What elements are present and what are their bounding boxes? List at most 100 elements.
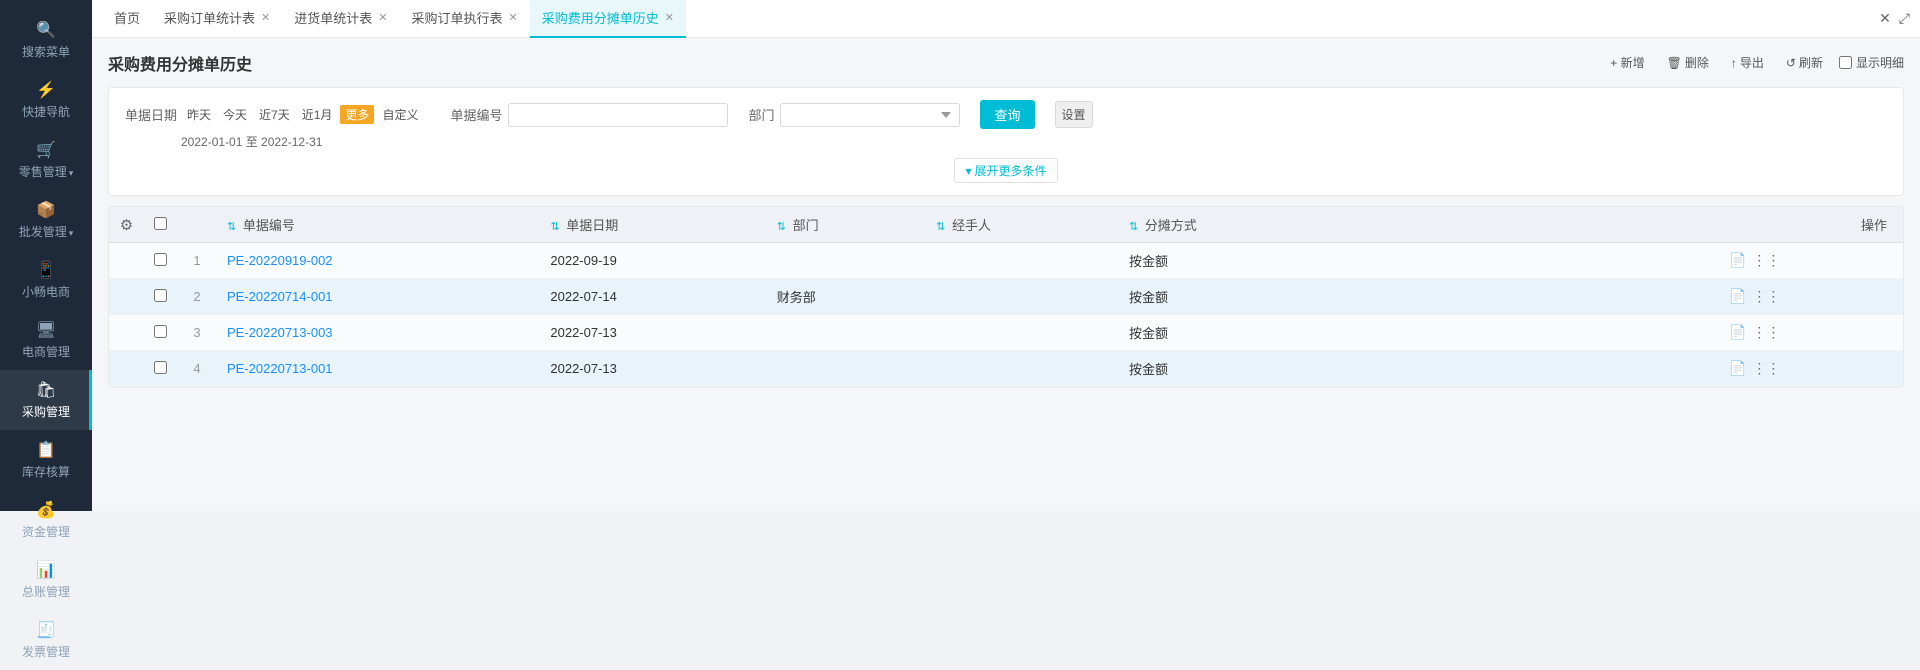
- chevron-down-icon: ▾: [965, 164, 971, 178]
- table-body: 1 PE-20220919-002 2022-09-19 按金额 📄 ⋮⋮ 2 …: [109, 243, 1903, 387]
- sidebar-item-purchase[interactable]: 🛍 采购管理: [0, 370, 92, 430]
- row-checkbox-2[interactable]: [154, 325, 167, 338]
- sidebar-item-finance[interactable]: 💰 资金管理: [0, 490, 92, 550]
- page-title: 采购费用分摊单历史: [108, 51, 252, 75]
- tab-home[interactable]: 首页: [102, 0, 152, 38]
- more-icon-2[interactable]: ⋮⋮: [1752, 324, 1780, 341]
- sidebar-item-retail[interactable]: 🛒 零售管理▾: [0, 130, 92, 190]
- shortcut-custom[interactable]: 自定义: [378, 105, 422, 124]
- docno-link-2[interactable]: PE-20220713-003: [227, 325, 333, 340]
- more-icon-1[interactable]: ⋮⋮: [1752, 288, 1780, 305]
- sidebar-item-ecom[interactable]: 🖥 电商管理: [0, 310, 92, 370]
- date-range-display: 2022-01-01 至 2022-12-31: [181, 133, 1887, 150]
- more-icon-3[interactable]: ⋮⋮: [1752, 360, 1780, 377]
- table-row: 1 PE-20220919-002 2022-09-19 按金额 📄 ⋮⋮: [109, 243, 1903, 279]
- row-checkbox-3[interactable]: [154, 361, 167, 374]
- sidebar-icon-search: 🔍: [36, 22, 56, 39]
- row-actions-2: 📄 ⋮⋮: [1729, 324, 1893, 341]
- shortcut-today[interactable]: 今天: [219, 105, 251, 124]
- sidebar-item-inventory[interactable]: 📋 库存核算: [0, 430, 92, 490]
- expand-more-button[interactable]: ▾ 展开更多条件: [954, 158, 1057, 183]
- th-checkbox: [144, 207, 177, 243]
- tab-label-purchase-order-stats: 采购订单统计表: [164, 8, 255, 27]
- td-actions-1: 📄 ⋮⋮: [1719, 279, 1903, 315]
- tab-bar-actions: ✕ ⤢: [1879, 10, 1910, 27]
- shortcut-more[interactable]: 更多: [340, 105, 374, 124]
- td-num-1: 2: [177, 279, 217, 315]
- sidebar-icon-quicknav: ⚡: [36, 82, 56, 99]
- sidebar-item-account[interactable]: 📊 总账管理: [0, 550, 92, 610]
- row-checkbox-0[interactable]: [154, 253, 167, 266]
- td-method-3: 按金额: [1119, 351, 1719, 387]
- td-num-2: 3: [177, 315, 217, 351]
- date-label: 单据日期: [125, 105, 177, 124]
- add-button[interactable]: + 新增: [1604, 50, 1650, 75]
- sidebar-icon-invoice: 🧾: [36, 622, 56, 639]
- refresh-icon: ↺: [1786, 56, 1796, 70]
- more-icon-0[interactable]: ⋮⋮: [1752, 252, 1780, 269]
- show-columns-checkbox[interactable]: 显示明细: [1839, 54, 1904, 71]
- docno-link-0[interactable]: PE-20220919-002: [227, 253, 333, 268]
- data-table: ⚙ ⇅ 单据编号 ⇅ 单据日期: [109, 207, 1903, 387]
- td-actions-2: 📄 ⋮⋮: [1719, 315, 1903, 351]
- view-icon-2[interactable]: 📄: [1729, 324, 1746, 341]
- sidebar-item-quicknav[interactable]: ⚡ 快捷导航: [0, 70, 92, 130]
- column-settings-icon[interactable]: ⚙: [120, 217, 133, 234]
- tab-close-purchase-order-stats[interactable]: ✕: [261, 11, 270, 24]
- docnum-input[interactable]: [508, 103, 728, 127]
- td-handler-0: [926, 243, 1119, 279]
- export-icon: ↑: [1731, 56, 1737, 70]
- td-checkbox-3: [144, 351, 177, 387]
- sidebar-item-invoice[interactable]: 🧾 发票管理: [0, 610, 92, 670]
- th-method: ⇅ 分摊方式: [1119, 207, 1719, 243]
- search-button[interactable]: 查询: [980, 100, 1034, 129]
- sidebar-label-account: 总账管理: [5, 583, 87, 600]
- sidebar-icon-inventory: 📋: [36, 442, 56, 459]
- tab-bar: 首页 采购订单统计表 ✕进货单统计表 ✕采购订单执行表 ✕采购费用分摊单历史 ✕…: [92, 0, 1920, 38]
- tab-close-goods-stats[interactable]: ✕: [378, 11, 387, 24]
- date-shortcuts: 昨天 今天 近7天 近1月 更多 自定义: [183, 105, 422, 124]
- delete-icon: 🗑: [1667, 56, 1682, 70]
- td-dept-0: [767, 243, 926, 279]
- tab-purchase-order-stats[interactable]: 采购订单统计表 ✕: [152, 0, 282, 38]
- td-checkbox-0: [144, 243, 177, 279]
- row-checkbox-1[interactable]: [154, 289, 167, 302]
- refresh-button[interactable]: ↺ 刷新: [1780, 50, 1829, 75]
- td-docno-3: PE-20220713-001: [217, 351, 540, 387]
- tab-goods-stats[interactable]: 进货单统计表 ✕: [282, 0, 399, 38]
- tab-purchase-order-exec[interactable]: 采购订单执行表 ✕: [399, 0, 529, 38]
- tab-purchase-cost-history[interactable]: 采购费用分摊单历史 ✕: [530, 0, 686, 38]
- view-icon-3[interactable]: 📄: [1729, 360, 1746, 377]
- show-columns-input[interactable]: [1839, 56, 1852, 69]
- td-num-3: 4: [177, 351, 217, 387]
- tab-close-purchase-order-exec[interactable]: ✕: [509, 11, 518, 24]
- docno-link-1[interactable]: PE-20220714-001: [227, 289, 333, 304]
- docno-link-3[interactable]: PE-20220713-001: [227, 361, 333, 376]
- sidebar-item-search[interactable]: 🔍 搜索菜单: [0, 10, 92, 70]
- docdate-sort-icon: ⇅: [550, 221, 559, 233]
- sidebar-label-inventory: 库存核算: [5, 463, 87, 480]
- view-icon-0[interactable]: 📄: [1729, 252, 1746, 269]
- settings-filter-button[interactable]: 设置: [1055, 101, 1093, 128]
- td-num-0: 1: [177, 243, 217, 279]
- sidebar-item-wholesale[interactable]: 📦 批发管理▾: [0, 190, 92, 250]
- td-method-0: 按金额: [1119, 243, 1719, 279]
- tab-close-purchase-cost-history[interactable]: ✕: [665, 11, 674, 24]
- shortcut-1month[interactable]: 近1月: [298, 105, 337, 124]
- dept-select[interactable]: [780, 103, 960, 127]
- shortcut-yesterday[interactable]: 昨天: [183, 105, 215, 124]
- sidebar-item-mobile[interactable]: 📱 小畅电商: [0, 250, 92, 310]
- sidebar-icon-purchase: 🛍: [36, 382, 56, 399]
- maximize-window-icon[interactable]: ⤢: [1899, 10, 1910, 27]
- table-row: 4 PE-20220713-001 2022-07-13 按金额 📄 ⋮⋮: [109, 351, 1903, 387]
- filter-bar: 单据日期 昨天 今天 近7天 近1月 更多 自定义 单据编号 部门: [108, 87, 1904, 196]
- tab-label-purchase-cost-history: 采购费用分摊单历史: [542, 8, 659, 27]
- shortcut-7days[interactable]: 近7天: [255, 105, 294, 124]
- view-icon-1[interactable]: 📄: [1729, 288, 1746, 305]
- delete-button[interactable]: 🗑 删除: [1661, 50, 1715, 75]
- export-button[interactable]: ↑ 导出: [1725, 50, 1770, 75]
- close-window-icon[interactable]: ✕: [1879, 10, 1891, 27]
- sidebar-label-purchase: 采购管理: [5, 403, 87, 420]
- select-all-checkbox[interactable]: [154, 217, 167, 230]
- sidebar: 🔍 搜索菜单 ⚡ 快捷导航 🛒 零售管理▾ 📦 批发管理▾ 📱 小畅电商 🖥 电…: [0, 0, 92, 511]
